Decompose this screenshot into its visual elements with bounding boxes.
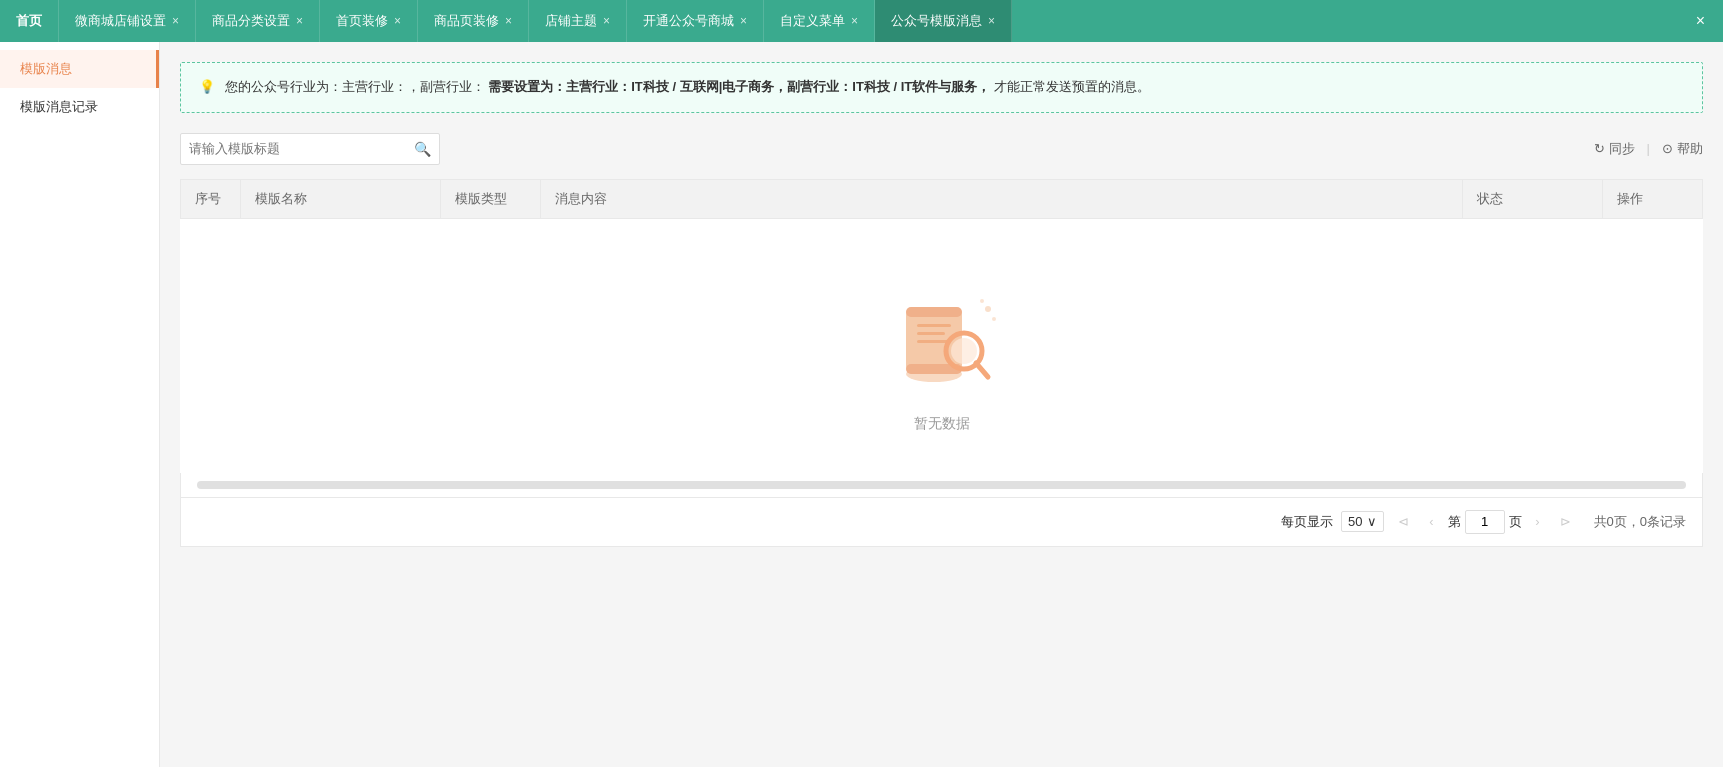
first-page-button[interactable]: ⊲ [1392,510,1416,534]
col-action: 操作 [1603,179,1703,218]
prev-page-button[interactable]: ‹ [1420,510,1444,534]
tab-weixinshop-label: 微商城店铺设置 [75,12,166,30]
tab-productpage[interactable]: 商品页装修 × [418,0,529,42]
tab-template-msg[interactable]: 公众号模版消息 × [875,0,1012,42]
tab-category-label: 商品分类设置 [212,12,290,30]
divider: | [1647,141,1650,156]
page-label-post: 页 [1509,513,1522,531]
empty-state: 暂无数据 [181,219,1703,473]
home-label: 首页 [16,12,42,30]
close-icon[interactable]: × [851,14,858,28]
svg-rect-4 [917,324,951,327]
notice-box: 💡 您的公众号行业为：主营行业：，副营行业： 需要设置为：主营行业：IT科技 /… [180,62,1703,113]
help-label: 帮助 [1677,140,1703,158]
main-layout: 模版消息 模版消息记录 💡 您的公众号行业为：主营行业：，副营行业： 需要设置为… [0,42,1723,767]
close-icon[interactable]: × [172,14,179,28]
data-table: 序号 模版名称 模版类型 消息内容 状态 操作 [180,179,1703,473]
col-content: 消息内容 [541,179,1463,218]
svg-point-8 [951,338,977,364]
notice-highlight: 需要设置为：主营行业：IT科技 / 互联网|电子商务，副营行业：IT科技 / I… [488,79,990,94]
svg-rect-5 [917,332,945,335]
sidebar-item-template-msg[interactable]: 模版消息 [0,50,159,88]
search-input[interactable] [189,141,414,156]
search-icon[interactable]: 🔍 [414,141,431,157]
tab-category[interactable]: 商品分类设置 × [196,0,320,42]
svg-point-11 [992,317,996,321]
col-type: 模版类型 [441,179,541,218]
scrollbar-row [180,473,1703,498]
horizontal-scrollbar[interactable] [197,481,1686,489]
notice-icon: 💡 [199,79,215,94]
search-actions: ↻ 同步 | ⊙ 帮助 [1594,140,1703,158]
empty-state-row: 暂无数据 [181,218,1703,473]
tab-weixinshop[interactable]: 微商城店铺设置 × [59,0,196,42]
sidebar-item-template-log[interactable]: 模版消息记录 [0,88,159,126]
svg-rect-6 [917,340,949,343]
pagination: 每页显示 50 ∨ ⊲ ‹ 第 页 › ⊳ 共0页，0条记录 [180,498,1703,547]
sidebar: 模版消息 模版消息记录 [0,42,160,767]
empty-illustration [882,279,1002,399]
close-icon[interactable]: × [740,14,747,28]
svg-line-9 [976,363,988,377]
close-icon[interactable]: × [603,14,610,28]
tab-theme-label: 店铺主题 [545,12,597,30]
page-size-label: 每页显示 [1281,513,1333,531]
close-icon[interactable]: × [394,14,401,28]
table-body: 暂无数据 [181,218,1703,473]
svg-rect-2 [906,307,962,317]
notice-text-suffix: 才能正常发送预置的消息。 [994,79,1150,94]
page-nav: ⊲ ‹ 第 页 › ⊳ [1392,510,1578,534]
sync-icon: ↻ [1594,141,1605,156]
tab-template-msg-label: 公众号模版消息 [891,12,982,30]
tab-mall-label: 开通公众号商城 [643,12,734,30]
empty-text: 暂无数据 [914,415,970,433]
dropdown-arrow-icon: ∨ [1367,514,1377,529]
tab-menu-label: 自定义菜单 [780,12,845,30]
tab-menu[interactable]: 自定义菜单 × [764,0,875,42]
total-info: 共0页，0条记录 [1594,513,1686,531]
page-size-value: 50 [1348,514,1362,529]
col-status: 状态 [1463,179,1603,218]
page-input[interactable] [1465,510,1505,534]
top-nav: 首页 微商城店铺设置 × 商品分类设置 × 首页装修 × 商品页装修 × 店铺主… [0,0,1723,42]
search-bar: 🔍 ↻ 同步 | ⊙ 帮助 [180,133,1703,165]
svg-point-10 [985,306,991,312]
svg-point-12 [980,299,984,303]
tab-theme[interactable]: 店铺主题 × [529,0,627,42]
col-index: 序号 [181,179,241,218]
tab-homepage-label: 首页装修 [336,12,388,30]
next-page-button[interactable]: › [1526,510,1550,534]
content-area: 💡 您的公众号行业为：主营行业：，副营行业： 需要设置为：主营行业：IT科技 /… [160,42,1723,767]
tab-home[interactable]: 首页 [0,0,59,42]
sync-button[interactable]: ↻ 同步 [1594,140,1635,158]
global-close-button[interactable]: × [1678,0,1723,42]
col-name: 模版名称 [241,179,441,218]
search-input-wrap[interactable]: 🔍 [180,133,440,165]
page-size-select[interactable]: 50 ∨ [1341,511,1383,532]
table-header-row: 序号 模版名称 模版类型 消息内容 状态 操作 [181,179,1703,218]
help-button[interactable]: ⊙ 帮助 [1662,140,1703,158]
tab-mall[interactable]: 开通公众号商城 × [627,0,764,42]
notice-text-prefix: 您的公众号行业为：主营行业：，副营行业： [225,79,485,94]
help-circle-icon: ⊙ [1662,141,1673,156]
tab-homepage[interactable]: 首页装修 × [320,0,418,42]
close-icon[interactable]: × [988,14,995,28]
close-icon[interactable]: × [296,14,303,28]
close-icon[interactable]: × [505,14,512,28]
last-page-button[interactable]: ⊳ [1554,510,1578,534]
page-label-pre: 第 [1448,513,1461,531]
sync-label: 同步 [1609,140,1635,158]
tab-productpage-label: 商品页装修 [434,12,499,30]
